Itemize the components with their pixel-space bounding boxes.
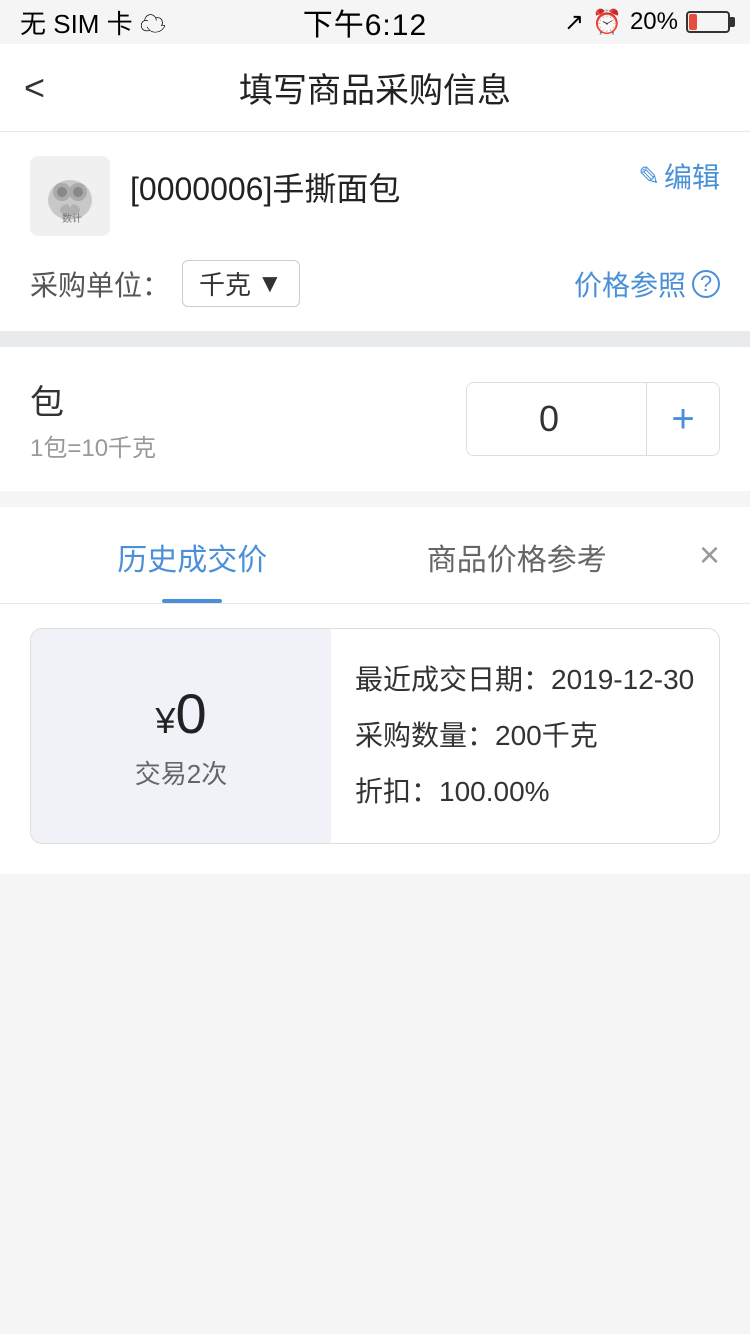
recent-date-value: 2019-12-30 bbox=[551, 664, 694, 695]
unit-dropdown-arrow: ▼ bbox=[257, 268, 283, 299]
status-time: 下午6:12 bbox=[303, 0, 427, 44]
section-divider bbox=[0, 331, 750, 347]
tab-section: 历史成交价 商品价格参考 × ¥0 交易2次 最近成交日期：2019-12-30… bbox=[0, 507, 750, 874]
tab-history-label: 历史成交价 bbox=[117, 544, 267, 577]
sim-status: 无 SIM 卡 ☁ bbox=[20, 4, 166, 41]
history-price-summary: ¥0 交易2次 bbox=[31, 629, 331, 843]
edit-button[interactable]: ✎ 编辑 bbox=[638, 156, 720, 196]
quantity-row: 包 1包=10千克 + bbox=[0, 347, 750, 491]
history-price-card: ¥0 交易2次 最近成交日期：2019-12-30 采购数量：200千克 折扣：… bbox=[30, 628, 720, 844]
nav-header: < 填写商品采购信息 bbox=[0, 44, 750, 132]
alarm-icon: ⏰ bbox=[592, 8, 622, 37]
product-left: 数计 [0000006]手撕面包 bbox=[30, 156, 400, 236]
history-price-value: ¥0 bbox=[155, 681, 206, 746]
edit-label: 编辑 bbox=[664, 156, 720, 196]
quantity-unit-label: 包 bbox=[30, 375, 156, 424]
price-reference-button[interactable]: 价格参照 ? bbox=[574, 264, 720, 304]
tab-price-ref-label: 商品价格参考 bbox=[427, 544, 607, 577]
help-icon: ? bbox=[692, 270, 720, 298]
transaction-count: 交易2次 bbox=[135, 754, 227, 791]
quantity-input[interactable] bbox=[467, 383, 647, 455]
unit-dropdown[interactable]: 千克 ▼ bbox=[182, 260, 300, 307]
status-left: 无 SIM 卡 ☁ bbox=[20, 4, 166, 41]
tab-product-price-ref[interactable]: 商品价格参考 bbox=[354, 507, 678, 603]
unit-row: 采购单位： 千克 ▼ bbox=[30, 260, 300, 307]
price-ref-label: 价格参照 bbox=[574, 264, 686, 304]
purchase-quantity-row: 采购数量：200千克 bbox=[355, 715, 695, 757]
quantity-plus-button[interactable]: + bbox=[647, 383, 719, 455]
quantity-conversion: 1包=10千克 bbox=[30, 428, 156, 463]
quantity-label-group: 包 1包=10千克 bbox=[30, 375, 156, 463]
product-card: 数计 [0000006]手撕面包 ✎ 编辑 采购单位： 千克 ▼ 价格参照 ? bbox=[0, 132, 750, 331]
yen-symbol: ¥ bbox=[155, 700, 175, 741]
page-title: 填写商品采购信息 bbox=[239, 63, 511, 112]
product-name: [0000006]手撕面包 bbox=[130, 164, 400, 210]
status-bar: 无 SIM 卡 ☁ 下午6:12 ↗ ⏰ 20% bbox=[0, 0, 750, 44]
tab-header: 历史成交价 商品价格参考 × bbox=[0, 507, 750, 604]
tab-content: ¥0 交易2次 最近成交日期：2019-12-30 采购数量：200千克 折扣：… bbox=[0, 604, 750, 874]
discount-label: 折扣： bbox=[355, 776, 439, 807]
svg-text:数计: 数计 bbox=[62, 212, 82, 225]
status-right: ↗ ⏰ 20% bbox=[564, 8, 730, 37]
location-icon: ↗ bbox=[564, 8, 584, 37]
product-bottom: 采购单位： 千克 ▼ 价格参照 ? bbox=[30, 260, 720, 307]
battery-percent: 20% bbox=[630, 8, 678, 36]
quantity-value: 200千克 bbox=[495, 720, 598, 751]
unit-value: 千克 bbox=[199, 265, 251, 302]
discount-row: 折扣：100.00% bbox=[355, 771, 695, 813]
battery-icon bbox=[686, 11, 730, 33]
product-top: 数计 [0000006]手撕面包 ✎ 编辑 bbox=[30, 156, 720, 236]
unit-label: 采购单位： bbox=[30, 264, 170, 304]
price-number: 0 bbox=[175, 682, 206, 745]
quantity-controls: + bbox=[466, 382, 720, 456]
product-thumbnail: 数计 bbox=[30, 156, 110, 236]
recent-date-label: 最近成交日期： bbox=[355, 664, 551, 695]
quantity-label: 采购数量： bbox=[355, 720, 495, 751]
tab-history-price[interactable]: 历史成交价 bbox=[30, 507, 354, 603]
recent-date-row: 最近成交日期：2019-12-30 bbox=[355, 659, 695, 701]
back-button[interactable]: < bbox=[24, 67, 45, 109]
edit-icon: ✎ bbox=[638, 161, 660, 192]
tab-close-button[interactable]: × bbox=[679, 526, 720, 584]
history-price-details: 最近成交日期：2019-12-30 采购数量：200千克 折扣：100.00% bbox=[331, 629, 719, 843]
discount-value: 100.00% bbox=[439, 776, 550, 807]
